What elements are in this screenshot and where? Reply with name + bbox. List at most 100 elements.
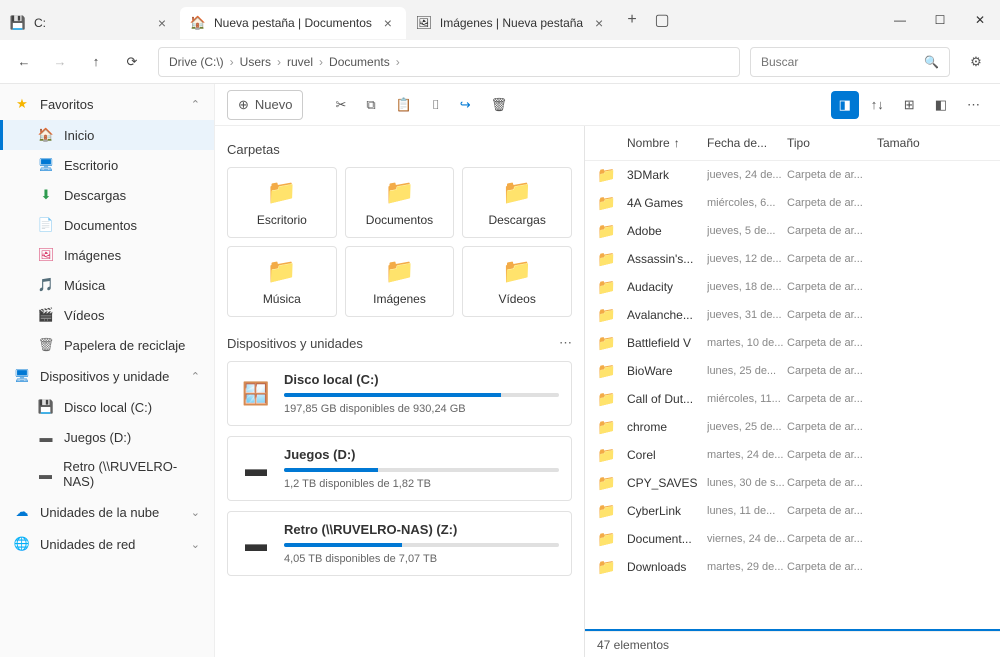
folder-card[interactable]: 📁Descargas: [462, 167, 572, 238]
file-row[interactable]: 📁BioWarelunes, 25 de...Carpeta de ar...: [585, 357, 1000, 385]
file-row[interactable]: 📁Adobejueves, 5 de...Carpeta de ar...: [585, 217, 1000, 245]
panel-toggle-button[interactable]: ◨: [831, 91, 859, 119]
sidebar-item[interactable]: ▬Juegos (D:): [0, 422, 214, 452]
view-button[interactable]: ⊞: [896, 90, 923, 120]
file-name: Assassin's...: [621, 252, 707, 266]
file-row[interactable]: 📁Assassin's...jueves, 12 de...Carpeta de…: [585, 245, 1000, 273]
back-button[interactable]: ←: [8, 46, 40, 78]
sidebar-item-label: Documentos: [64, 218, 137, 233]
sidebar-cloud-header[interactable]: ☁ Unidades de la nube ⌄: [0, 496, 214, 528]
file-list-pane: Nombre ↑ Fecha de... Tipo Tamaño 📁3DMark…: [585, 126, 1000, 657]
search-box[interactable]: 🔍: [750, 47, 950, 77]
paste-button[interactable]: 📋: [388, 90, 420, 120]
folder-icon: 📁: [597, 530, 621, 548]
breadcrumb-segment[interactable]: Documents: [329, 55, 390, 69]
tab[interactable]: 💾C:×: [0, 7, 180, 39]
refresh-button[interactable]: ⟳: [116, 46, 148, 78]
sidebar-item[interactable]: ▬Retro (\\RUVELRO-NAS): [0, 452, 214, 496]
file-row[interactable]: 📁CyberLinklunes, 11 de...Carpeta de ar..…: [585, 497, 1000, 525]
file-row[interactable]: 📁4A Gamesmiércoles, 6...Carpeta de ar...: [585, 189, 1000, 217]
sidebar-item-icon: 📄: [38, 217, 54, 233]
drive-card[interactable]: 🪟Disco local (C:)197,85 GB disponibles d…: [227, 361, 572, 426]
file-row[interactable]: 📁chromejueves, 25 de...Carpeta de ar...: [585, 413, 1000, 441]
sidebar-item[interactable]: 🖥Escritorio: [0, 150, 214, 180]
copy-button[interactable]: ⧉: [358, 90, 383, 120]
command-bar: ⊕ Nuevo ✂ ⧉ 📋 ⌷ ↪ 🗑 ◨ ↑↓ ⊞ ◧ ⋯: [215, 84, 1000, 126]
breadcrumb-segment[interactable]: Drive (C:\): [169, 55, 224, 69]
sidebar-item[interactable]: 🎵Música: [0, 270, 214, 300]
sidebar-item[interactable]: 🖼Imágenes: [0, 240, 214, 270]
sidebar-network-label: Unidades de red: [40, 537, 135, 552]
column-size[interactable]: Tamaño: [877, 136, 937, 150]
folder-card[interactable]: 📁Documentos: [345, 167, 455, 238]
drive-card[interactable]: ▬Retro (\\RUVELRO-NAS) (Z:)4,05 TB dispo…: [227, 511, 572, 576]
drive-card[interactable]: ▬Juegos (D:)1,2 TB disponibles de 1,82 T…: [227, 436, 572, 501]
minimize-button[interactable]: —: [880, 0, 920, 40]
file-type: Carpeta de ar...: [787, 337, 877, 349]
tab[interactable]: 🖼Imágenes | Nueva pestaña×: [406, 7, 617, 39]
cut-button[interactable]: ✂: [327, 90, 354, 120]
more-button[interactable]: ⋯: [959, 90, 988, 120]
folder-card-label: Imágenes: [350, 292, 450, 306]
cut-icon: ✂: [335, 97, 346, 113]
close-button[interactable]: ✕: [960, 0, 1000, 40]
file-type: Carpeta de ar...: [787, 449, 877, 461]
file-row[interactable]: 📁Battlefield Vmartes, 10 de...Carpeta de…: [585, 329, 1000, 357]
column-headers: Nombre ↑ Fecha de... Tipo Tamaño: [585, 126, 1000, 161]
breadcrumb[interactable]: Drive (C:\)›Users›ruvel›Documents›: [158, 47, 740, 77]
file-row[interactable]: 📁Audacityjueves, 18 de...Carpeta de ar..…: [585, 273, 1000, 301]
maximize-button[interactable]: ☐: [920, 0, 960, 40]
new-button[interactable]: ⊕ Nuevo: [227, 90, 303, 120]
sidebar-item[interactable]: 🎬Vídeos: [0, 300, 214, 330]
layout-icon: ◧: [935, 97, 947, 113]
tab[interactable]: 🏠Nueva pestaña | Documentos×: [180, 7, 406, 39]
tab-overview-button[interactable]: ▢: [647, 10, 677, 30]
sidebar-item[interactable]: 🗑Papelera de reciclaje: [0, 330, 214, 360]
column-name[interactable]: Nombre ↑: [597, 136, 707, 150]
file-row[interactable]: 📁Call of Dut...miércoles, 11...Carpeta d…: [585, 385, 1000, 413]
settings-button[interactable]: ⚙: [960, 46, 992, 78]
folder-card[interactable]: 📁Música: [227, 246, 337, 317]
layout-button[interactable]: ◧: [927, 90, 955, 120]
folder-card[interactable]: 📁Vídeos: [462, 246, 572, 317]
sidebar-devices-header[interactable]: 🖥 Dispositivos y unidade ⌃: [0, 360, 214, 392]
rename-button[interactable]: ⌷: [424, 90, 448, 120]
sidebar-item[interactable]: 💾Disco local (C:): [0, 392, 214, 422]
sidebar-item-icon: 🖥: [38, 157, 54, 173]
folder-card[interactable]: 📁Imágenes: [345, 246, 455, 317]
folder-card[interactable]: 📁Escritorio: [227, 167, 337, 238]
sidebar-favorites-header[interactable]: ★ Favoritos ⌃: [0, 88, 214, 120]
forward-button[interactable]: →: [44, 46, 76, 78]
file-name: 4A Games: [621, 196, 707, 210]
column-date[interactable]: Fecha de...: [707, 136, 787, 150]
tab-close-icon[interactable]: ×: [591, 15, 607, 31]
new-tab-button[interactable]: +: [617, 11, 647, 29]
file-row[interactable]: 📁Corelmartes, 24 de...Carpeta de ar...: [585, 441, 1000, 469]
file-row[interactable]: 📁Downloadsmartes, 29 de...Carpeta de ar.…: [585, 553, 1000, 581]
file-type: Carpeta de ar...: [787, 561, 877, 573]
file-row[interactable]: 📁Avalanche...jueves, 31 de...Carpeta de …: [585, 301, 1000, 329]
file-row[interactable]: 📁CPY_SAVESlunes, 30 de s...Carpeta de ar…: [585, 469, 1000, 497]
breadcrumb-segment[interactable]: Users: [240, 55, 271, 69]
up-button[interactable]: ↑: [80, 46, 112, 78]
breadcrumb-segment[interactable]: ruvel: [287, 55, 313, 69]
sidebar-item[interactable]: ⬇Descargas: [0, 180, 214, 210]
folder-icon: 📁: [597, 474, 621, 492]
sort-button[interactable]: ↑↓: [863, 90, 892, 120]
delete-button[interactable]: 🗑: [483, 90, 516, 120]
sidebar-item[interactable]: 🏠Inicio: [0, 120, 214, 150]
tab-icon: 💾: [10, 15, 26, 31]
sidebar-item[interactable]: 📄 Documentos: [0, 210, 214, 240]
tab-close-icon[interactable]: ×: [154, 15, 170, 31]
share-button[interactable]: ↪: [452, 90, 479, 120]
column-type[interactable]: Tipo: [787, 136, 877, 150]
file-row[interactable]: 📁Document...viernes, 24 de...Carpeta de …: [585, 525, 1000, 553]
drive-status: 1,2 TB disponibles de 1,82 TB: [284, 478, 559, 490]
network-icon: 🌐: [14, 536, 30, 552]
search-input[interactable]: [761, 55, 924, 69]
sidebar-network-header[interactable]: 🌐 Unidades de red ⌄: [0, 528, 214, 560]
file-date: lunes, 30 de s...: [707, 477, 787, 489]
drives-more-button[interactable]: ⋯: [559, 335, 572, 351]
tab-close-icon[interactable]: ×: [380, 15, 396, 31]
file-row[interactable]: 📁3DMarkjueves, 24 de...Carpeta de ar...: [585, 161, 1000, 189]
